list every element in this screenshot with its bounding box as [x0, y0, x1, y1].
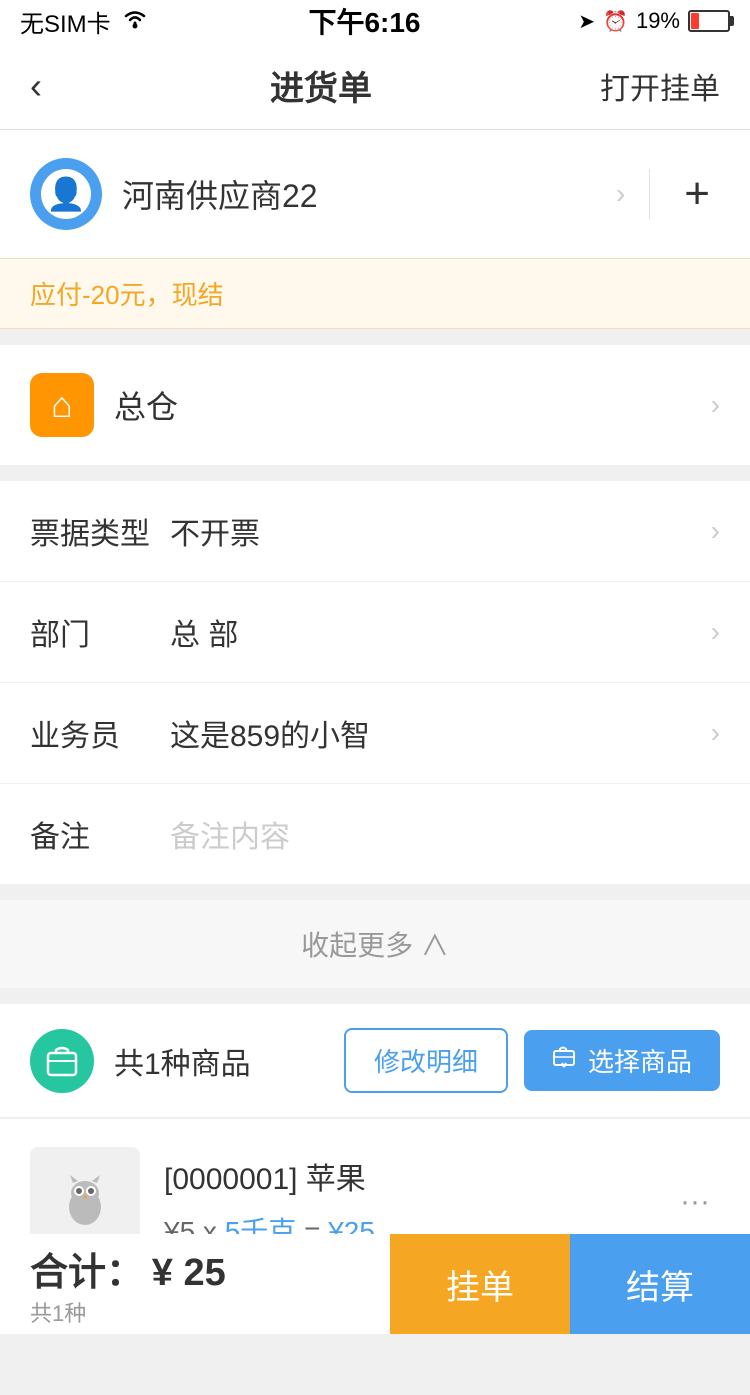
alert-banner: 应付-20元，现结 [0, 258, 750, 329]
product-count: 共1种商品 [114, 1039, 344, 1083]
invoice-type-value: 不开票 [160, 509, 711, 553]
status-right: ➤ ⏰ 19% [578, 8, 730, 34]
carrier-text: 无SIM卡 [20, 4, 111, 39]
product-header: 共1种商品 修改明细 选择商品 [0, 1004, 750, 1118]
back-button[interactable]: ‹ [30, 65, 42, 107]
checkout-button[interactable]: 结算 [570, 1234, 750, 1334]
invoice-chevron-icon: › [711, 515, 720, 547]
total-amount: 合计： ¥ 25 [30, 1241, 360, 1296]
home-icon: ⌂ [51, 384, 73, 426]
form-section: 票据类型 不开票 › 部门 总 部 › 业务员 这是859的小智 › 备注 备注… [0, 481, 750, 884]
supplier-avatar: 👤 [30, 158, 102, 230]
department-chevron-icon: › [711, 616, 720, 648]
warehouse-icon: ⌂ [30, 373, 94, 437]
location-icon: ➤ [578, 9, 595, 34]
department-row[interactable]: 部门 总 部 › [0, 582, 750, 683]
main-content: 👤 河南供应商22 › + 应付-20元，现结 ⌂ 总仓 › 票据类型 不开票 … [0, 130, 750, 1395]
remark-value: 备注内容 [160, 812, 720, 856]
supplier-row[interactable]: 👤 河南供应商22 › + [0, 130, 750, 258]
collapse-bar[interactable]: 收起更多 ∧ [0, 900, 750, 988]
total-label: 合计： [30, 1252, 144, 1294]
total-section: 合计： ¥ 25 共1种 [0, 1234, 390, 1334]
warehouse-section[interactable]: ⌂ 总仓 › [0, 345, 750, 465]
salesperson-label: 业务员 [30, 711, 160, 755]
more-options-button[interactable]: ··· [670, 1175, 720, 1229]
remark-row[interactable]: 备注 备注内容 [0, 784, 750, 884]
supplier-section: 👤 河南供应商22 › + 应付-20元，现结 [0, 130, 750, 329]
invoice-type-row[interactable]: 票据类型 不开票 › [0, 481, 750, 582]
supplier-name: 河南供应商22 [122, 171, 616, 217]
salesperson-value: 这是859的小智 [160, 711, 711, 755]
salesperson-chevron-icon: › [711, 717, 720, 749]
invoice-type-label: 票据类型 [30, 509, 160, 553]
warehouse-name: 总仓 [114, 382, 711, 428]
product-code: [0000001] [164, 1163, 306, 1196]
edit-detail-button[interactable]: 修改明细 [344, 1028, 508, 1093]
total-sub-label: 共1种 [30, 1296, 360, 1328]
product-section-icon [30, 1029, 94, 1093]
nav-bar: ‹ 进货单 打开挂单 [0, 42, 750, 130]
pending-button[interactable]: 挂单 [390, 1234, 570, 1334]
status-left: 无SIM卡 [20, 4, 151, 39]
department-label: 部门 [30, 610, 160, 654]
person-icon: 👤 [46, 175, 86, 213]
select-product-label: 选择商品 [588, 1042, 692, 1079]
add-supplier-button[interactable]: + [674, 169, 720, 219]
battery-icon [688, 10, 730, 32]
status-time: 下午6:16 [308, 1, 420, 41]
product-title: 苹果 [306, 1163, 366, 1196]
select-product-button[interactable]: 选择商品 [524, 1030, 720, 1091]
total-value: ¥ 25 [152, 1252, 226, 1294]
warehouse-chevron-icon: › [711, 389, 720, 421]
open-pending-button[interactable]: 打开挂单 [600, 64, 720, 108]
wifi-icon [119, 7, 151, 36]
department-value: 总 部 [160, 610, 711, 654]
product-name: [0000001] 苹果 [164, 1154, 670, 1198]
vertical-divider [649, 169, 650, 219]
remark-label: 备注 [30, 812, 160, 856]
salesperson-row[interactable]: 业务员 这是859的小智 › [0, 683, 750, 784]
bottom-bar: 合计： ¥ 25 共1种 挂单 结算 [0, 1234, 750, 1334]
page-title: 进货单 [270, 61, 372, 110]
cart-icon [552, 1045, 580, 1076]
battery-percent: 19% [636, 8, 680, 34]
status-bar: 无SIM卡 下午6:16 ➤ ⏰ 19% [0, 0, 750, 42]
alarm-icon: ⏰ [603, 9, 628, 34]
supplier-chevron-icon: › [616, 178, 625, 210]
